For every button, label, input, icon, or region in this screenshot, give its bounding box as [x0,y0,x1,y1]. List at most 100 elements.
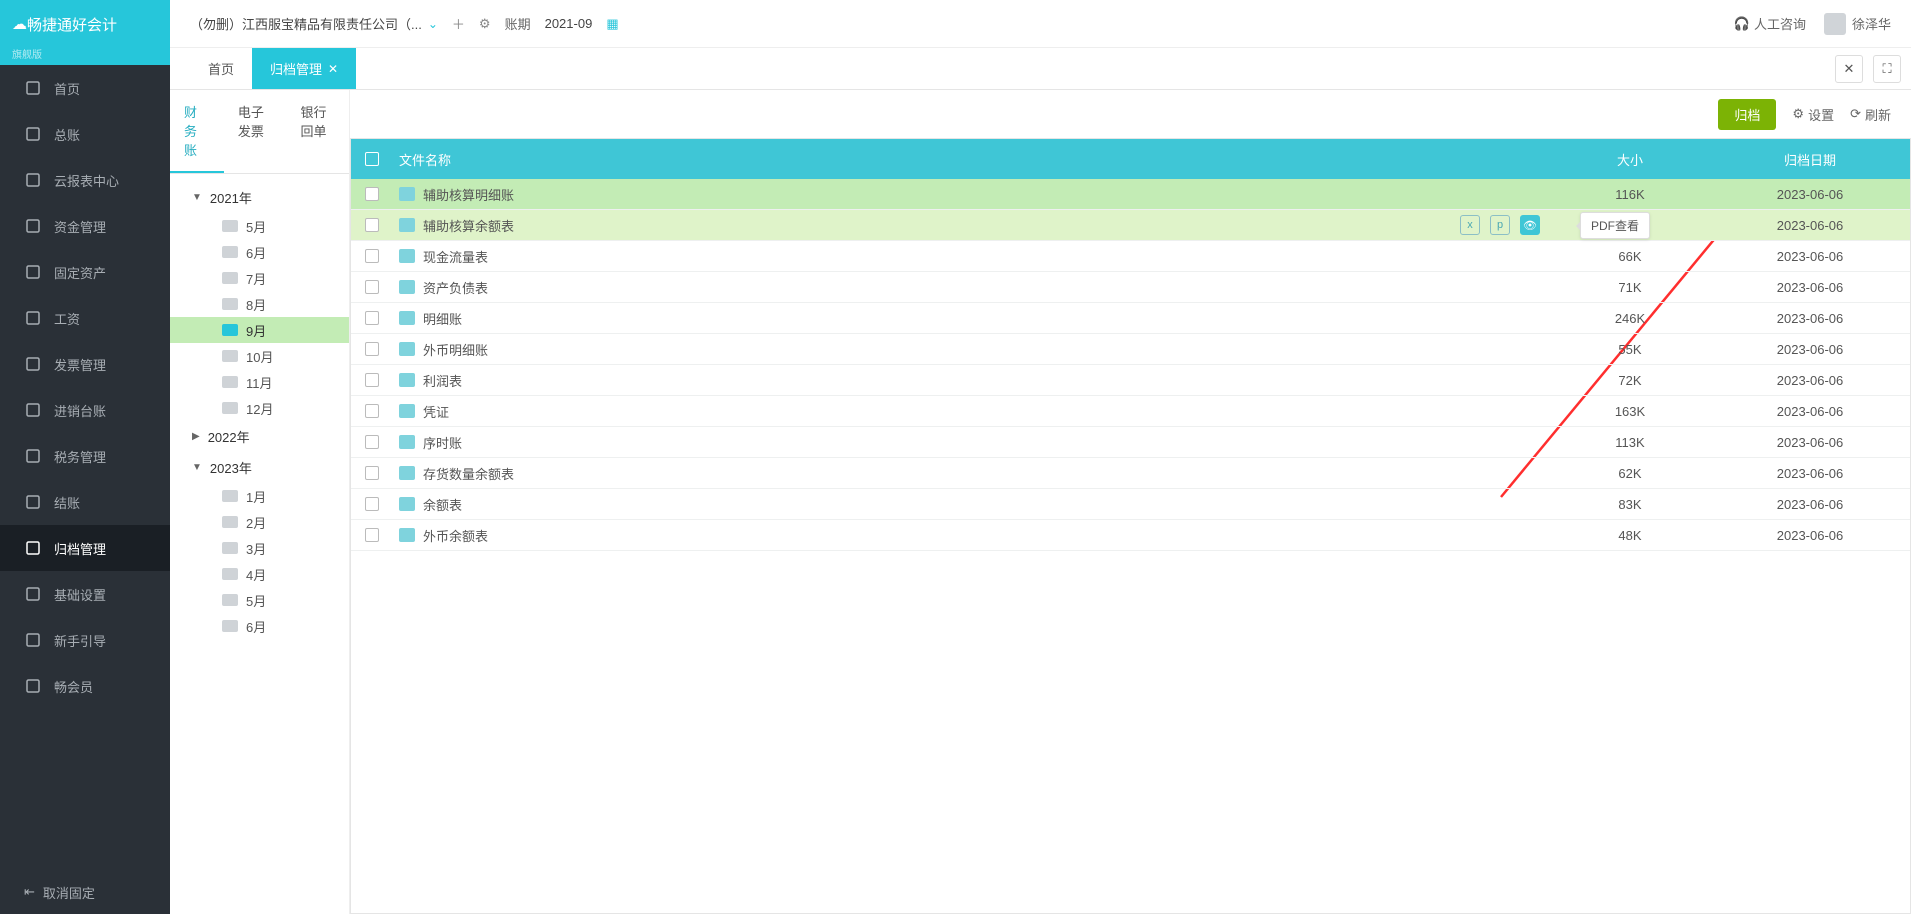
tree-month[interactable]: 1月 [170,483,349,509]
tree-month[interactable]: 6月 [170,239,349,265]
tree-year[interactable]: ▼2023年 [170,452,349,483]
sidebar-item-cloud-report[interactable]: 云报表中心 [0,157,170,203]
subtab-bank[interactable]: 银行回单 [286,90,349,173]
tree-month[interactable]: 5月 [170,587,349,613]
sub-tabs: 财务账电子发票银行回单 [170,90,349,174]
company-selector[interactable]: （勿删）江西服宝精品有限责任公司（... ⌄ [190,14,438,33]
sidebar-item-label: 新手引导 [54,631,106,650]
subtab-fin[interactable]: 财务账 [170,90,224,173]
sidebar-item-salary[interactable]: 工资 [0,295,170,341]
table-row[interactable]: 辅助核算明细账116K2023-06-06 [351,179,1910,210]
tree-month[interactable]: 6月 [170,613,349,639]
pdf-view-tooltip: PDF查看 [1580,212,1650,239]
table-row[interactable]: 辅助核算余额表xp👁PDF查看1K2023-06-06 [351,210,1910,241]
row-checkbox[interactable] [365,404,379,418]
tree-month[interactable]: 4月 [170,561,349,587]
tree-month[interactable]: 7月 [170,265,349,291]
row-checkbox[interactable] [365,435,379,449]
row-checkbox[interactable] [365,373,379,387]
avatar-icon [1824,13,1846,35]
table-row[interactable]: 存货数量余额表62K2023-06-06 [351,458,1910,489]
calendar-icon[interactable]: ▦ [606,16,618,32]
row-checkbox[interactable] [365,466,379,480]
tab-close-icon[interactable]: ✕ [328,62,338,76]
file-date: 2023-06-06 [1710,373,1910,388]
sidebar-item-settings[interactable]: 基础设置 [0,571,170,617]
table-row[interactable]: 明细账246K2023-06-06 [351,303,1910,334]
select-all-checkbox[interactable] [365,152,379,166]
tab-archive[interactable]: 归档管理✕ [252,48,356,89]
sidebar-item-funds[interactable]: 资金管理 [0,203,170,249]
period-value[interactable]: 2021-09 [545,16,593,31]
user-menu[interactable]: 徐泽华 [1824,13,1891,35]
refresh-label: 刷新 [1865,105,1891,124]
row-checkbox[interactable] [365,280,379,294]
table-row[interactable]: 外币明细账55K2023-06-06 [351,334,1910,365]
sidebar-item-home[interactable]: 首页 [0,65,170,111]
sidebar-item-closing[interactable]: 结账 [0,479,170,525]
table-row[interactable]: 凭证163K2023-06-06 [351,396,1910,427]
download-pdf-icon[interactable]: p [1490,215,1510,235]
unpin-button[interactable]: ⇤ 取消固定 [0,870,170,914]
tree-month[interactable]: 5月 [170,213,349,239]
company-settings-button[interactable]: ⚙ [479,16,491,32]
add-company-button[interactable]: ＋ [452,14,465,33]
tree-year[interactable]: ▼2021年 [170,182,349,213]
row-checkbox[interactable] [365,187,379,201]
month-label: 6月 [246,617,266,636]
sidebar-item-invoice[interactable]: 发票管理 [0,341,170,387]
year-label: 2023年 [210,458,252,477]
file-date: 2023-06-06 [1710,249,1910,264]
sidebar-item-psi[interactable]: 进销台账 [0,387,170,433]
sidebar-item-label: 结账 [54,493,80,512]
row-checkbox[interactable] [365,342,379,356]
logo: ☁ 畅捷通好会计 旗舰版 [0,0,170,65]
row-checkbox[interactable] [365,249,379,263]
sidebar-item-member[interactable]: 畅会员 [0,663,170,709]
consult-button[interactable]: 🎧 人工咨询 [1734,14,1806,33]
sidebar-item-label: 畅会员 [54,677,93,696]
tree-month[interactable]: 9月 [170,317,349,343]
sidebar-item-tax[interactable]: 税务管理 [0,433,170,479]
sidebar-item-label: 云报表中心 [54,171,119,190]
tree-month[interactable]: 8月 [170,291,349,317]
file-name: 凭证 [423,402,449,421]
row-checkbox[interactable] [365,528,379,542]
tree-month[interactable]: 2月 [170,509,349,535]
tree-month[interactable]: 3月 [170,535,349,561]
sidebar-item-fixed-asset[interactable]: 固定资产 [0,249,170,295]
settings-link[interactable]: ⚙ 设置 [1792,105,1834,124]
sidebar-item-archive[interactable]: 归档管理 [0,525,170,571]
folder-icon [222,490,238,502]
row-checkbox[interactable] [365,497,379,511]
subtab-einv[interactable]: 电子发票 [224,90,287,173]
tab-close-all-button[interactable]: ✕ [1835,55,1863,83]
table-row[interactable]: 资产负债表71K2023-06-06 [351,272,1910,303]
row-checkbox[interactable] [365,311,379,325]
month-label: 2月 [246,513,266,532]
tree-month[interactable]: 12月 [170,395,349,421]
table-row[interactable]: 余额表83K2023-06-06 [351,489,1910,520]
row-checkbox[interactable] [365,218,379,232]
folder-icon [222,324,238,336]
table-row[interactable]: 序时账113K2023-06-06 [351,427,1910,458]
sidebar: ☁ 畅捷通好会计 旗舰版 首页总账云报表中心资金管理固定资产工资发票管理进销台账… [0,0,170,914]
table-row[interactable]: 现金流量表66K2023-06-06 [351,241,1910,272]
table-row[interactable]: 利润表72K2023-06-06 [351,365,1910,396]
tab-home[interactable]: 首页 [190,48,252,89]
tree-year[interactable]: ▶2022年 [170,421,349,452]
tree-month[interactable]: 11月 [170,369,349,395]
sidebar-item-ledger[interactable]: 总账 [0,111,170,157]
refresh-link[interactable]: ⟳ 刷新 [1850,105,1891,124]
table-row[interactable]: 外币余额表48K2023-06-06 [351,520,1910,551]
view-pdf-icon[interactable]: 👁 [1520,215,1540,235]
tree-month[interactable]: 10月 [170,343,349,369]
file-size: 83K [1550,497,1710,512]
nav: 首页总账云报表中心资金管理固定资产工资发票管理进销台账税务管理结账归档管理基础设… [0,65,170,870]
sidebar-item-guide[interactable]: 新手引导 [0,617,170,663]
fullscreen-button[interactable]: ⛶ [1873,55,1901,83]
archive-button[interactable]: 归档 [1718,99,1776,130]
download-excel-icon[interactable]: x [1460,215,1480,235]
file-icon [399,466,415,480]
folder-icon [222,594,238,606]
